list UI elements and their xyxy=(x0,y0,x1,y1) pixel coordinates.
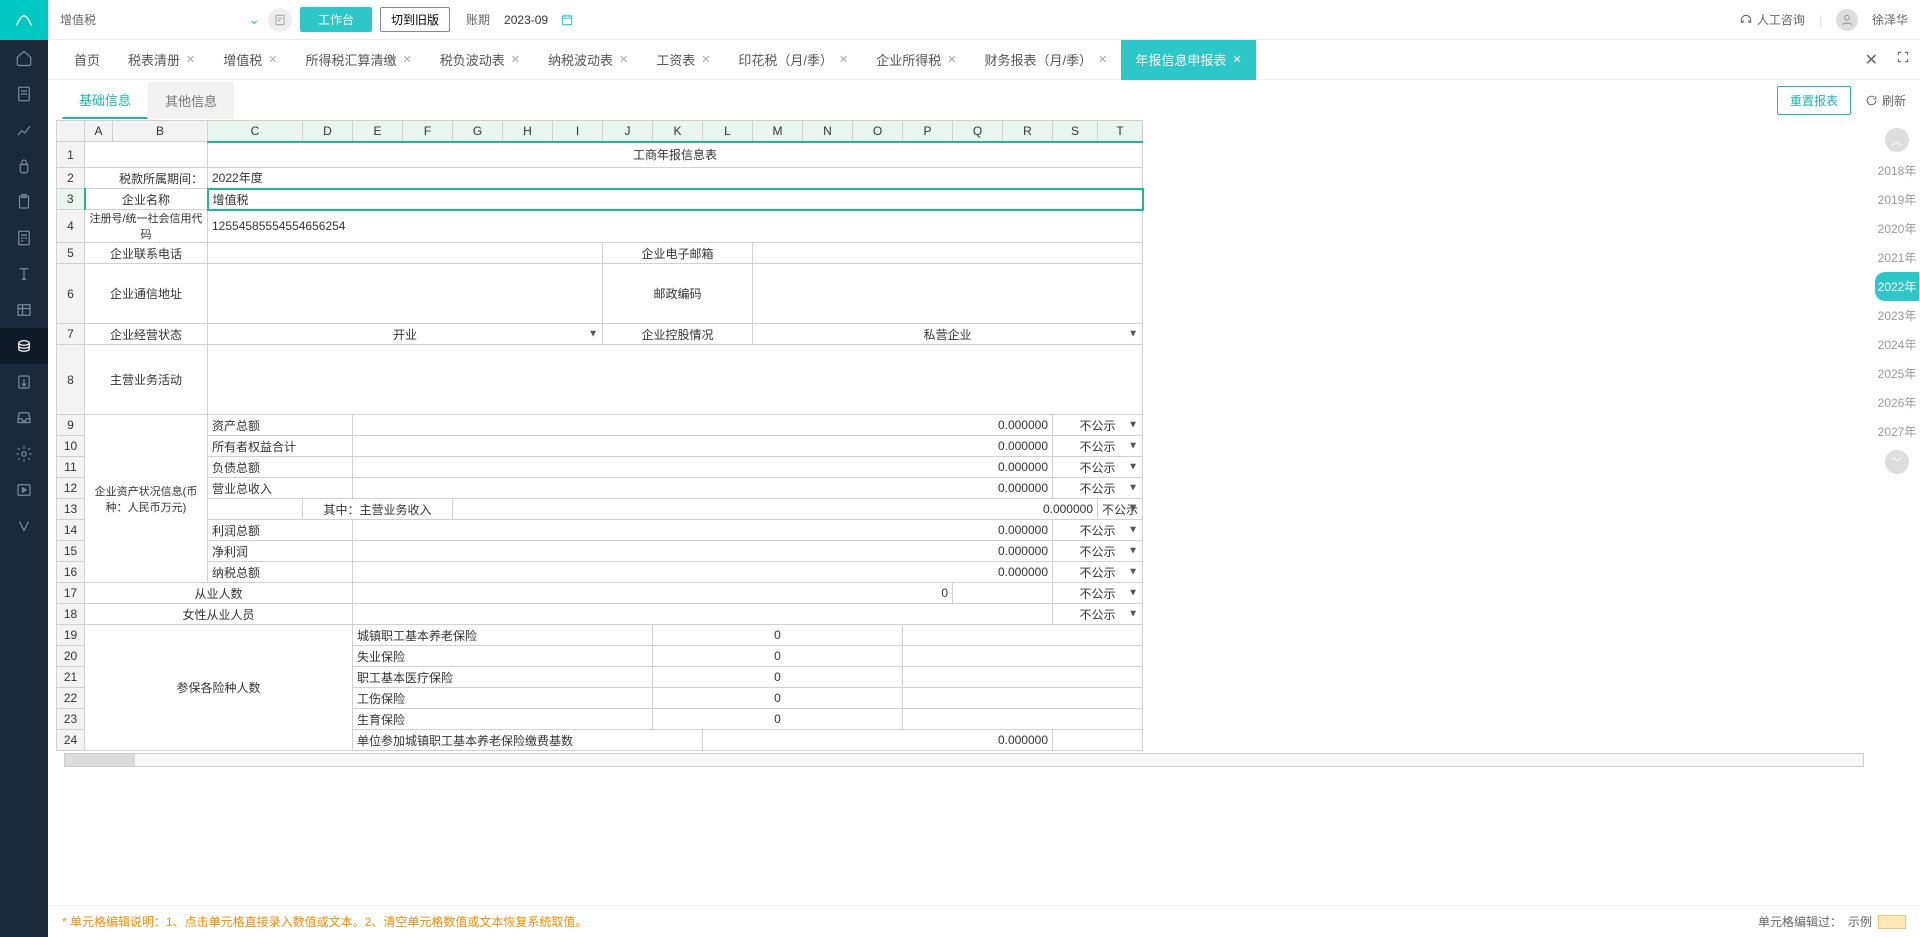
nav-home-icon[interactable] xyxy=(0,40,48,76)
nav-table-icon[interactable] xyxy=(0,292,48,328)
nav-text-icon[interactable] xyxy=(0,256,48,292)
tab-工资表[interactable]: 工资表✕ xyxy=(642,40,724,80)
tab-印花税（月/季）[interactable]: 印花税（月/季）✕ xyxy=(724,40,862,80)
nav-calc-icon[interactable] xyxy=(0,220,48,256)
left-sidebar xyxy=(0,0,48,937)
workbench-button[interactable]: 工作台 xyxy=(300,7,372,32)
year-down-icon[interactable]: ﹀ xyxy=(1885,450,1909,474)
horizontal-scrollbar[interactable] xyxy=(64,753,1864,767)
reset-report-button[interactable]: 重置报表 xyxy=(1777,86,1851,115)
tab-首页[interactable]: 首页 xyxy=(60,40,114,80)
tab-税表清册[interactable]: 税表清册✕ xyxy=(114,40,209,80)
subtab-other[interactable]: 其他信息 xyxy=(148,82,234,119)
footer: * 单元格编辑说明：1、点击单元格直接录入数值或文本。2、清空单元格数值或文本恢… xyxy=(48,905,1920,937)
tabs-bar: 首页税表清册✕增值税✕所得税汇算清缴✕税负波动表✕纳税波动表✕工资表✕印花税（月… xyxy=(48,40,1920,80)
nav-settings-icon[interactable] xyxy=(0,436,48,472)
year-2022年[interactable]: 2022年 xyxy=(1875,272,1919,301)
year-2023年[interactable]: 2023年 xyxy=(1875,301,1919,330)
close-icon[interactable]: ✕ xyxy=(1232,53,1241,66)
tab-年报信息申报表[interactable]: 年报信息申报表✕ xyxy=(1121,40,1255,80)
year-2019年[interactable]: 2019年 xyxy=(1875,185,1919,214)
close-icon[interactable]: ✕ xyxy=(947,53,956,66)
tab-税负波动表[interactable]: 税负波动表✕ xyxy=(426,40,534,80)
nav-chart-icon[interactable] xyxy=(0,112,48,148)
year-2024年[interactable]: 2024年 xyxy=(1875,330,1919,359)
close-icon[interactable]: ✕ xyxy=(268,53,277,66)
year-2025年[interactable]: 2025年 xyxy=(1875,359,1919,388)
year-2021年[interactable]: 2021年 xyxy=(1875,243,1919,272)
subtab-basic[interactable]: 基础信息 xyxy=(62,81,148,119)
year-up-icon[interactable]: ︿ xyxy=(1885,128,1909,152)
period-value[interactable]: 2023-09 xyxy=(504,13,548,27)
nav-money-icon[interactable] xyxy=(0,148,48,184)
close-icon[interactable]: ✕ xyxy=(186,53,195,66)
calendar-icon[interactable] xyxy=(560,13,574,27)
year-sidebar: ︿ 2018年2019年2020年2021年2022年2023年2024年202… xyxy=(1874,120,1920,905)
close-icon[interactable]: ✕ xyxy=(1098,53,1107,66)
fullscreen-icon[interactable] xyxy=(1892,46,1914,74)
tab-纳税波动表[interactable]: 纳税波动表✕ xyxy=(534,40,642,80)
close-icon[interactable]: ✕ xyxy=(511,53,520,66)
company-name: 增值税 xyxy=(60,11,96,28)
footer-hint: * 单元格编辑说明：1、点击单元格直接录入数值或文本。2、清空单元格数值或文本恢… xyxy=(62,913,587,930)
close-icon[interactable]: ✕ xyxy=(839,53,848,66)
close-icon[interactable]: ✕ xyxy=(403,53,412,66)
close-icon[interactable]: ✕ xyxy=(701,53,710,66)
example-swatch xyxy=(1878,915,1906,929)
nav-fund-icon[interactable] xyxy=(0,328,48,364)
tab-财务报表（月/季）[interactable]: 财务报表（月/季）✕ xyxy=(971,40,1122,80)
spreadsheet[interactable]: ABCDEFGHIJKLMNOPQRST1工商年报信息表2税款所属期间：2022… xyxy=(48,120,1874,905)
avatar-icon[interactable] xyxy=(1836,9,1858,31)
period-label: 账期 xyxy=(466,11,490,28)
tab-所得税汇算清缴[interactable]: 所得税汇算清缴✕ xyxy=(291,40,425,80)
nav-play-icon[interactable] xyxy=(0,472,48,508)
sub-tab-row: 基础信息 其他信息 重置报表 刷新 xyxy=(48,80,1920,120)
year-2020年[interactable]: 2020年 xyxy=(1875,214,1919,243)
chevron-down-icon: ⌄ xyxy=(248,11,260,28)
close-all-icon[interactable]: ✕ xyxy=(1861,46,1882,74)
year-2026年[interactable]: 2026年 xyxy=(1875,388,1919,417)
nav-clipboard-icon[interactable] xyxy=(0,184,48,220)
year-2027年[interactable]: 2027年 xyxy=(1875,417,1919,446)
year-2018年[interactable]: 2018年 xyxy=(1875,156,1919,185)
tab-增值税[interactable]: 增值税✕ xyxy=(209,40,291,80)
nav-link-icon[interactable] xyxy=(0,364,48,400)
nav-doc-icon[interactable] xyxy=(0,76,48,112)
app-logo xyxy=(0,0,48,40)
nav-inbox-icon[interactable] xyxy=(0,400,48,436)
close-icon[interactable]: ✕ xyxy=(619,53,628,66)
topbar: 增值税 ⌄ 工作台 切到旧版 账期 2023-09 人工咨询 | xyxy=(48,0,1920,40)
nav-v-icon[interactable] xyxy=(0,508,48,544)
user-name[interactable]: 徐泽华 xyxy=(1872,11,1908,28)
tab-企业所得税[interactable]: 企业所得税✕ xyxy=(862,40,970,80)
refresh-button[interactable]: 刷新 xyxy=(1865,92,1906,109)
switch-old-button[interactable]: 切到旧版 xyxy=(380,7,450,32)
consult-link[interactable]: 人工咨询 xyxy=(1739,11,1805,28)
note-icon[interactable] xyxy=(268,8,292,32)
company-selector[interactable]: 增值税 ⌄ xyxy=(60,11,260,28)
